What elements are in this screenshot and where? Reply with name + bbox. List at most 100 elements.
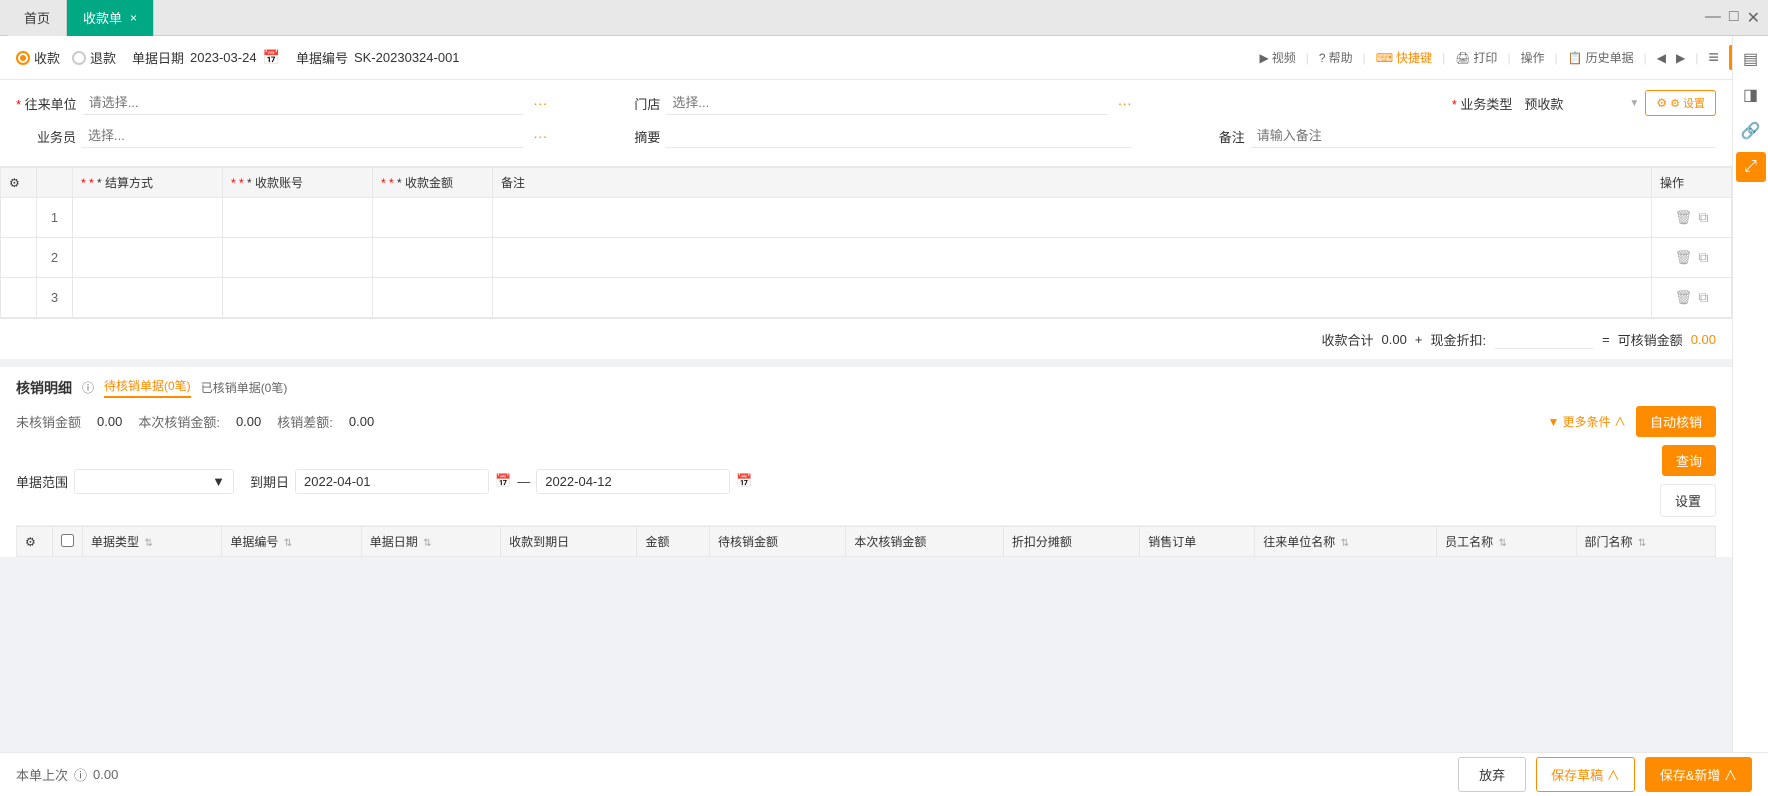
th-account: * * 收款账号 [223, 168, 373, 198]
store-more-icon[interactable]: ··· [1118, 95, 1132, 111]
row-delete-icon[interactable]: 🗑 [1675, 249, 1693, 266]
th-amount: * * 收款金额 [373, 168, 493, 198]
sort-date[interactable]: ⇅ [423, 538, 431, 549]
save-draft-btn[interactable]: 保存草稿 ∧ [1536, 757, 1635, 792]
td-amount[interactable] [373, 198, 493, 238]
row-copy-icon[interactable]: ⧉ [1698, 289, 1708, 306]
auto-hexiao-btn[interactable]: 自动核销 [1636, 406, 1716, 437]
save-new-label: 保存&新增 ∧ [1660, 765, 1737, 784]
remark-label: 备注 [1185, 127, 1245, 146]
date-dash: — [517, 474, 530, 489]
footer-info-icon[interactable]: ⓘ [74, 765, 87, 784]
print-btn[interactable]: 🖨 打印 [1455, 49, 1497, 66]
table-container: ⚙ * * 结算方式 * * 收款账号 * * 收款金额 [0, 167, 1732, 318]
sidebar-expand-icon[interactable]: ⤢ [1736, 152, 1766, 182]
form-row-2: 业务员 ··· 摘要 备注 [16, 124, 1716, 148]
company-more-icon[interactable]: ··· [533, 95, 547, 111]
sort-dept[interactable]: ⇅ [1638, 538, 1646, 549]
store-input[interactable] [666, 91, 1107, 115]
close-btn[interactable]: ✕ [1747, 8, 1760, 28]
settings-icon: ⚙ [1656, 96, 1667, 110]
maximize-btn[interactable]: □ [1729, 8, 1739, 28]
video-icon: ▶ [1260, 51, 1269, 65]
operation-btn[interactable]: 操作 [1521, 49, 1545, 66]
date-to-input[interactable] [536, 469, 730, 494]
view-list-btn[interactable]: ≡ [1708, 47, 1719, 68]
history-btn[interactable]: 📋 历史单据 [1568, 49, 1634, 66]
radio-shoukuan[interactable]: 收款 [16, 48, 60, 67]
td-remark[interactable] [493, 238, 1652, 278]
range-select[interactable]: ▼ [74, 469, 234, 494]
video-btn[interactable]: ▶ 视频 [1260, 49, 1296, 66]
td-amount[interactable] [373, 278, 493, 318]
sep1: | [1306, 51, 1309, 65]
remark-input[interactable] [1251, 124, 1716, 148]
td-settle[interactable] [73, 278, 223, 318]
range-caret: ▼ [212, 474, 225, 489]
bth-amount: 金额 [637, 527, 710, 557]
td-settle[interactable] [73, 238, 223, 278]
sort-no[interactable]: ⇅ [284, 538, 292, 549]
td-account[interactable] [223, 278, 373, 318]
select-all-checkbox[interactable] [61, 534, 74, 547]
salesman-input[interactable] [82, 124, 523, 148]
sort-employee[interactable]: ⇅ [1499, 538, 1507, 549]
shortcut-btn[interactable]: ⌨ 快捷键 [1376, 49, 1432, 66]
help-btn[interactable]: ? 帮助 [1319, 49, 1353, 66]
salesman-more-icon[interactable]: ··· [533, 128, 547, 144]
date-calendar-icon1[interactable]: 📅 [495, 473, 511, 489]
row-delete-icon[interactable]: 🗑 [1675, 289, 1693, 306]
td-account[interactable] [223, 198, 373, 238]
tab-close-btn[interactable]: × [130, 11, 137, 25]
save-new-btn[interactable]: 保存&新增 ∧ [1645, 757, 1752, 792]
hexiao-tab-pending[interactable]: 待核销单据(0笔) [104, 377, 191, 398]
minimize-btn[interactable]: — [1705, 8, 1721, 28]
biz-type-caret[interactable]: ▼ [1629, 98, 1639, 109]
td-settle[interactable] [73, 198, 223, 238]
date-calendar-icon2[interactable]: 📅 [736, 473, 752, 489]
td-account[interactable] [223, 238, 373, 278]
radio-tuikuan-dot [72, 51, 86, 65]
sidebar-table-icon[interactable]: ▤ [1736, 44, 1766, 74]
th-gear[interactable]: ⚙ [1, 168, 37, 198]
hexiao-tab-done[interactable]: 已核销单据(0笔) [201, 379, 288, 396]
tab-active[interactable]: 收款单 × [67, 0, 154, 36]
query-btn[interactable]: 查询 [1662, 445, 1716, 476]
td-amount[interactable] [373, 238, 493, 278]
td-num: 1 [37, 198, 73, 238]
settings-label: ⚙ 设置 [1670, 95, 1705, 111]
operation-label: 操作 [1521, 49, 1545, 66]
help-icon: ? [1319, 51, 1326, 65]
td-remark[interactable] [493, 278, 1652, 318]
td-remark[interactable] [493, 198, 1652, 238]
sort-type[interactable]: ⇅ [144, 538, 152, 549]
abandon-btn[interactable]: 放弃 [1458, 757, 1526, 792]
sidebar-link-icon[interactable]: 🔗 [1736, 116, 1766, 146]
abstract-input[interactable] [666, 124, 1131, 148]
row-delete-icon[interactable]: 🗑 [1675, 209, 1693, 226]
radio-tuikuan[interactable]: 退款 [72, 48, 116, 67]
no-field: 单据编号 SK-20230324-001 [296, 48, 460, 67]
sort-company[interactable]: ⇅ [1341, 538, 1349, 549]
bth-checkbox[interactable] [53, 527, 83, 557]
company-input[interactable] [83, 91, 524, 115]
bth-discount: 折扣分摊额 [1003, 527, 1139, 557]
sidebar-panel-icon[interactable]: ◨ [1736, 80, 1766, 110]
total-value: 0.00 [1382, 332, 1407, 347]
settings-button[interactable]: ⚙ ⚙ 设置 [1645, 90, 1716, 116]
nav-left-btn[interactable]: ◀ [1657, 51, 1666, 65]
row-copy-icon[interactable]: ⧉ [1698, 249, 1708, 266]
filter-settings-btn[interactable]: 设置 [1660, 484, 1716, 517]
nav-right-btn[interactable]: ▶ [1676, 51, 1685, 65]
bth-gear[interactable]: ⚙ [17, 527, 53, 557]
main-content: 往来单位 ··· 门店 ··· 业务类型 预收款 ▼ ⚙ ⚙ 设置 [0, 80, 1732, 796]
filter-more-btn[interactable]: ▼ 更多条件 ∧ [1547, 413, 1626, 430]
date-icon[interactable]: 📅 [263, 49, 280, 66]
hexiao-info-icon[interactable]: ⓘ [82, 379, 94, 396]
tab-home[interactable]: 首页 [8, 0, 67, 36]
date-label: 单据日期 [132, 48, 184, 67]
date-from-input[interactable] [295, 469, 489, 494]
discount-input[interactable] [1494, 329, 1594, 349]
row-copy-icon[interactable]: ⧉ [1698, 209, 1708, 226]
date-value[interactable]: 2023-03-24 [190, 50, 257, 65]
